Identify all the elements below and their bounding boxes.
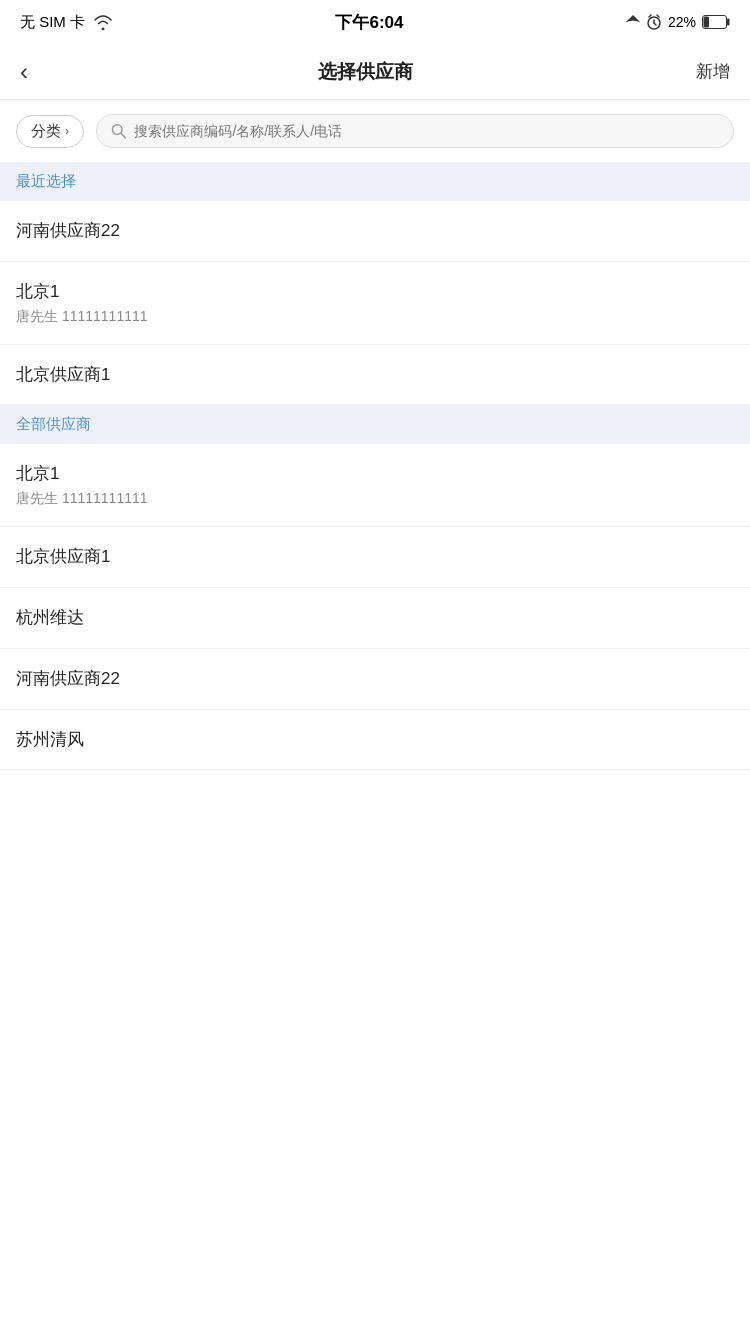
svg-line-3 — [649, 15, 651, 17]
wifi-icon — [93, 15, 113, 30]
page-title: 选择供应商 — [318, 59, 413, 85]
status-bar: 无 SIM 卡 下午6:04 22% — [0, 0, 750, 44]
supplier-name: 河南供应商22 — [16, 667, 734, 691]
list-item[interactable]: 北京供应商1 — [0, 345, 750, 406]
svg-line-9 — [121, 133, 125, 137]
list-item[interactable]: 苏州清风 — [0, 710, 750, 771]
list-item[interactable]: 河南供应商22 — [0, 201, 750, 262]
search-icon — [111, 123, 126, 139]
back-button[interactable]: ‹ — [20, 58, 60, 86]
supplier-name: 北京供应商1 — [16, 545, 734, 569]
battery-icon — [702, 15, 730, 29]
status-time: 下午6:04 — [335, 11, 403, 34]
all-list: 北京1 唐先生 11111111111 北京供应商1 杭州维达 河南供应商22 … — [0, 444, 750, 770]
list-item[interactable]: 杭州维达 — [0, 588, 750, 649]
category-filter[interactable]: 分类 › — [16, 115, 84, 148]
list-item[interactable]: 北京供应商1 — [0, 527, 750, 588]
svg-rect-6 — [727, 19, 730, 26]
svg-line-4 — [657, 15, 659, 17]
supplier-contact: 唐先生 11111111111 — [16, 308, 734, 326]
supplier-name: 北京1 — [16, 462, 734, 486]
status-right: 22% — [626, 14, 730, 30]
list-item[interactable]: 河南供应商22 — [0, 649, 750, 710]
supplier-contact: 唐先生 11111111111 — [16, 490, 734, 508]
supplier-name: 北京供应商1 — [16, 363, 734, 387]
status-left: 无 SIM 卡 — [20, 13, 113, 32]
filter-bar: 分类 › — [0, 100, 750, 162]
recent-list: 河南供应商22 北京1 唐先生 11111111111 北京供应商1 — [0, 201, 750, 405]
list-item[interactable]: 北京1 唐先生 11111111111 — [0, 262, 750, 345]
svg-line-2 — [654, 23, 656, 25]
svg-rect-7 — [703, 17, 709, 28]
recent-section-header: 最近选择 — [0, 162, 750, 201]
alarm-icon — [646, 14, 662, 30]
supplier-name: 北京1 — [16, 280, 734, 304]
location-icon — [626, 15, 640, 29]
search-box[interactable] — [96, 114, 734, 148]
list-item[interactable]: 北京1 唐先生 11111111111 — [0, 444, 750, 527]
supplier-name: 苏州清风 — [16, 728, 734, 752]
sim-status: 无 SIM 卡 — [20, 13, 85, 32]
category-label: 分类 — [31, 122, 61, 141]
all-section-header: 全部供应商 — [0, 405, 750, 444]
battery-text: 22% — [668, 14, 696, 30]
supplier-name: 河南供应商22 — [16, 219, 734, 243]
search-input[interactable] — [134, 123, 719, 139]
supplier-name: 杭州维达 — [16, 606, 734, 630]
chevron-right-icon: › — [65, 124, 69, 138]
add-button[interactable]: 新增 — [670, 60, 730, 83]
nav-bar: ‹ 选择供应商 新增 — [0, 44, 750, 100]
